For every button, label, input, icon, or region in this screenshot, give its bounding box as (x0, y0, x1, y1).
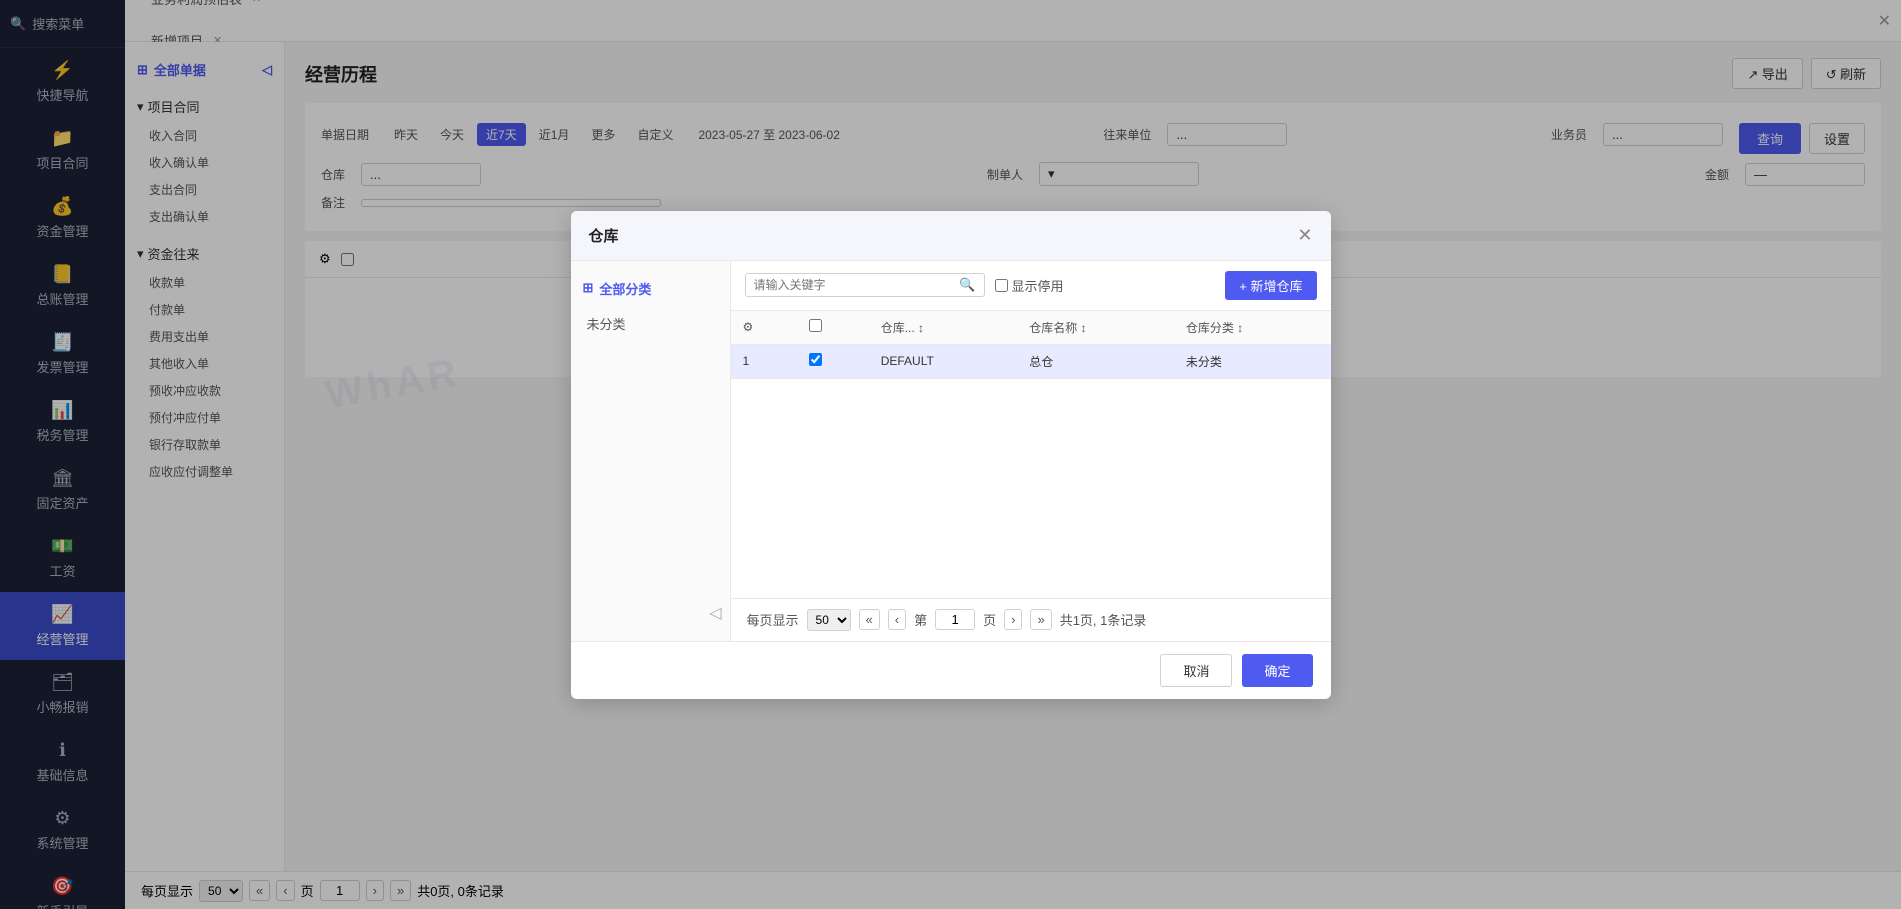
dialog-page-input[interactable] (935, 609, 975, 630)
dialog-total: 共1页, 1条记录 (1060, 610, 1147, 629)
table-header-row: ⚙ 仓库... ↕ 仓库名称 ↕ 仓库分类 ↕ (731, 311, 1331, 345)
search-icon-btn[interactable]: 🔍 (959, 277, 975, 293)
row-code: DEFAULT (869, 344, 1018, 378)
add-warehouse-button[interactable]: + 新增仓库 (1225, 271, 1316, 300)
dialog-pagination: 每页显示 50 « ‹ 第 页 › » 共1页, 1条记录 (731, 598, 1331, 641)
category-panel: ⊞ 全部分类 未分类 ◁ (571, 261, 731, 641)
confirm-button[interactable]: 确定 (1242, 654, 1312, 687)
dialog-last-page-btn[interactable]: » (1030, 609, 1051, 630)
row-seq: 1 (731, 344, 798, 378)
dialog-close-button[interactable]: ✕ (1297, 225, 1312, 246)
all-categories-header[interactable]: ⊞ 全部分类 (571, 271, 730, 306)
warehouse-table: ⚙ 仓库... ↕ 仓库名称 ↕ 仓库分类 ↕ 1 DEFAULT 总仓 未分类 (731, 311, 1331, 379)
dialog-title: 仓库 (589, 225, 619, 246)
dialog-page-suffix: 页 (983, 610, 996, 629)
cat-item-未分类[interactable]: 未分类 (571, 306, 730, 341)
dialog-search-input[interactable] (754, 278, 956, 292)
dialog-table-scroll: ⚙ 仓库... ↕ 仓库名称 ↕ 仓库分类 ↕ 1 DEFAULT 总仓 未分类 (731, 311, 1331, 598)
show-disabled-label: 显示停用 (1012, 276, 1064, 295)
dialog-per-page-select[interactable]: 50 (807, 609, 851, 631)
select-all-dialog[interactable] (809, 319, 822, 332)
row-category: 未分类 (1174, 344, 1331, 378)
grid-icon-small: ⊞ (583, 280, 594, 296)
dialog-header: 仓库 ✕ (571, 211, 1331, 261)
col-settings[interactable]: ⚙ (731, 311, 798, 345)
row-name: 总仓 (1017, 344, 1174, 378)
row-checkbox[interactable] (797, 344, 868, 378)
col-checkbox[interactable] (797, 311, 868, 345)
col-name[interactable]: 仓库名称 ↕ (1017, 311, 1174, 345)
table-row[interactable]: 1 DEFAULT 总仓 未分类 (731, 344, 1331, 378)
dialog-per-page-label: 每页显示 (747, 610, 799, 629)
show-disabled-checkbox-label[interactable]: 显示停用 (995, 276, 1064, 295)
dialog-table-panel: 🔍 显示停用 + 新增仓库 ⚙ (731, 261, 1331, 641)
dialog-footer: 取消 确定 (571, 641, 1331, 699)
warehouse-dialog: 仓库 ✕ ⊞ 全部分类 未分类 ◁ (571, 211, 1331, 699)
warehouse-table-body: 1 DEFAULT 总仓 未分类 (731, 344, 1331, 378)
dialog-next-page-btn[interactable]: › (1004, 609, 1022, 630)
category-items: 未分类 (571, 306, 730, 341)
dialog-prev-page-btn[interactable]: ‹ (888, 609, 906, 630)
dialog-table-toolbar: 🔍 显示停用 + 新增仓库 (731, 261, 1331, 311)
all-categories-label: 全部分类 (599, 279, 651, 298)
cancel-button[interactable]: 取消 (1160, 654, 1232, 687)
modal-overlay[interactable]: 仓库 ✕ ⊞ 全部分类 未分类 ◁ (0, 0, 1901, 909)
col-code[interactable]: 仓库... ↕ (869, 311, 1018, 345)
dialog-page-label: 第 (914, 610, 927, 629)
dialog-first-page-btn[interactable]: « (859, 609, 880, 630)
collapse-category-icon[interactable]: ◁ (709, 603, 721, 623)
dialog-body: ⊞ 全部分类 未分类 ◁ 🔍 (571, 261, 1331, 641)
dialog-search-box: 🔍 (745, 273, 985, 297)
show-disabled-checkbox[interactable] (995, 279, 1008, 292)
col-category[interactable]: 仓库分类 ↕ (1174, 311, 1331, 345)
